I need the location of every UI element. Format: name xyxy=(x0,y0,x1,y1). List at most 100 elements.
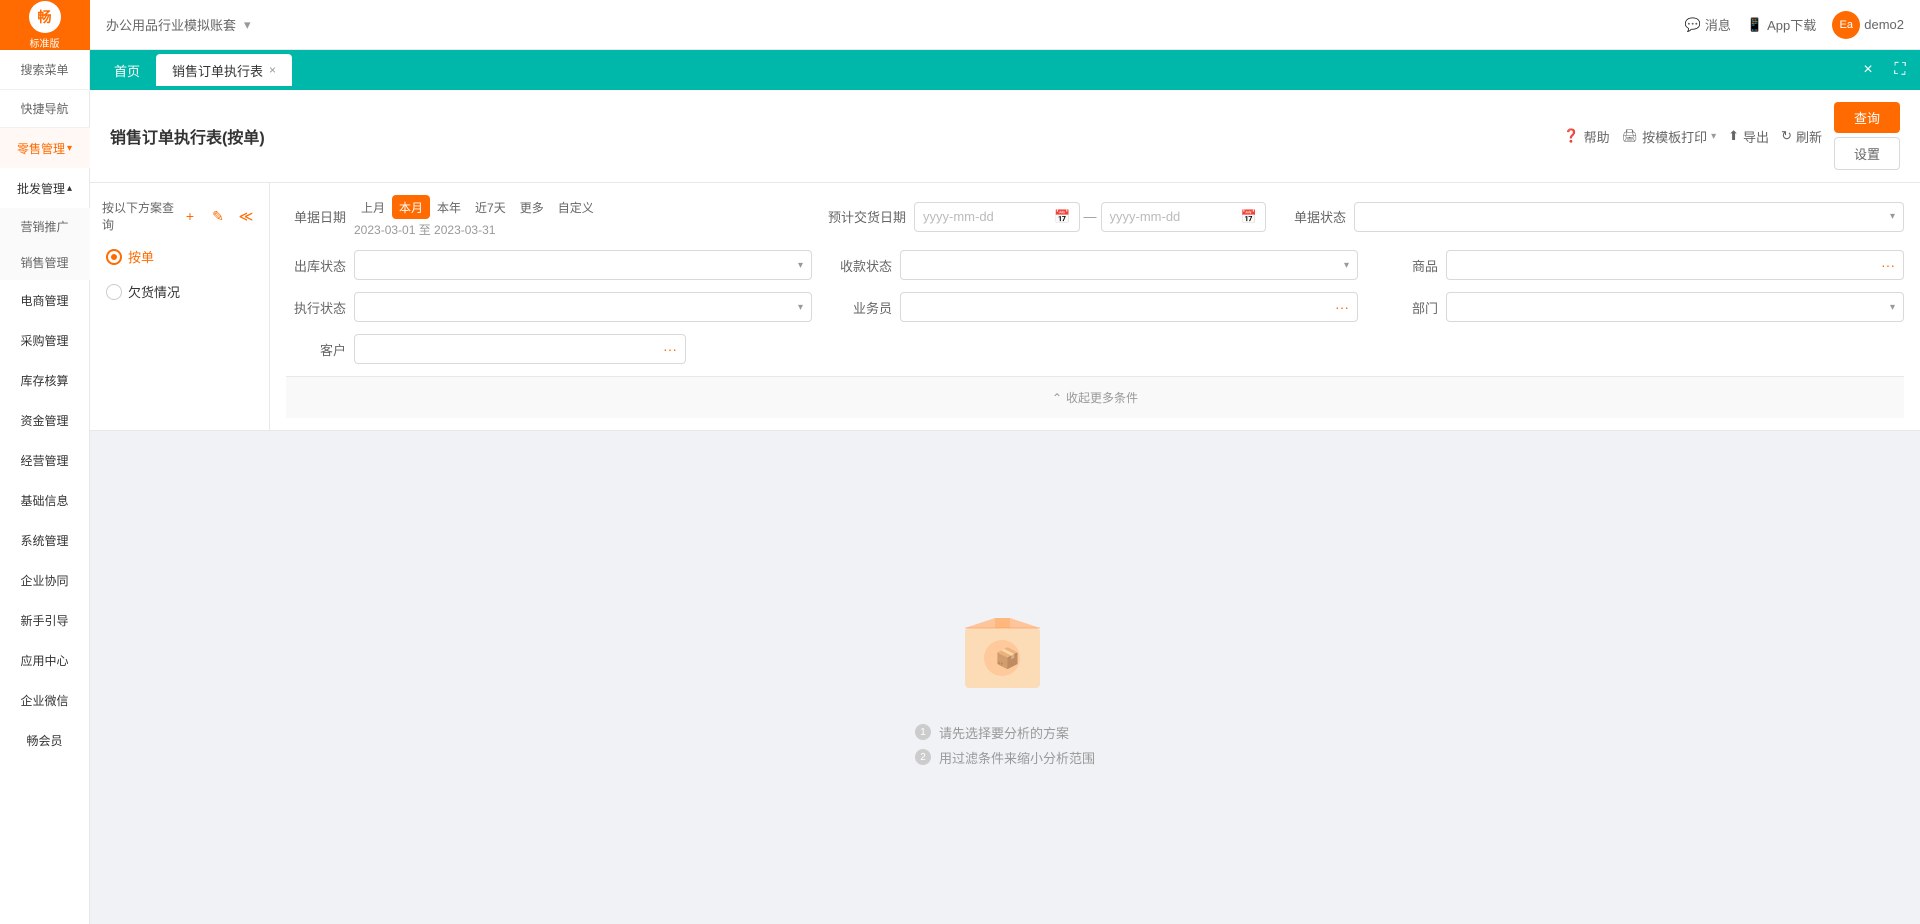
export-icon: ⬆ xyxy=(1728,128,1739,144)
salesman-input[interactable]: ··· xyxy=(900,292,1358,322)
sidebar-item-ecommerce[interactable]: 电商管理 xyxy=(0,280,90,320)
scheme-collapse-btn[interactable]: ≪ xyxy=(235,205,257,227)
tab-close-icon[interactable]: × xyxy=(269,63,276,77)
sidebar-item-system[interactable]: 系统管理 xyxy=(0,520,90,560)
date-tab-this-year[interactable]: 本年 xyxy=(430,195,468,219)
export-btn[interactable]: ⬆ 导出 xyxy=(1728,127,1769,146)
scheme-item-backorder[interactable]: 欠货情况 xyxy=(90,274,269,309)
status-field: 单据状态 ▾ xyxy=(1286,202,1904,232)
sidebar-item-wechat[interactable]: 企业微信 xyxy=(0,680,90,720)
stock-status-select[interactable]: ▾ xyxy=(354,250,812,280)
date-field: 单据日期 上月 本月 本年 近7天 更多 自定义 2023-03-01 至 20… xyxy=(286,195,806,238)
collapse-section: ⌃ 收起更多条件 xyxy=(286,376,1904,418)
user-menu[interactable]: Ea demo2 xyxy=(1832,11,1904,39)
status-label: 单据状态 xyxy=(1286,207,1346,226)
refresh-icon: ↻ xyxy=(1781,128,1792,144)
top-filter-area: 按以下方案查询 + ✎ ≪ 按单 欠货情况 xyxy=(90,183,1920,431)
stock-arrow: ▾ xyxy=(798,260,803,271)
print-arrow: ▾ xyxy=(1711,131,1716,142)
help-btn[interactable]: ❓ 帮助 xyxy=(1563,127,1609,146)
scheme-item-per-order[interactable]: 按单 xyxy=(90,239,269,274)
empty-icon-svg: 📦 xyxy=(945,583,1065,703)
tab-home-label: 首页 xyxy=(114,61,140,80)
scheme-add-btn[interactable]: + xyxy=(179,205,201,227)
stock-status-field: 出库状态 ▾ xyxy=(286,250,812,280)
breadcrumb-arrow-icon[interactable]: ▾ xyxy=(244,17,251,33)
date-end-input[interactable]: yyyy-mm-dd 📅 xyxy=(1101,202,1267,232)
window-close-btn[interactable]: × xyxy=(1856,58,1880,82)
sidebar-item-inventory[interactable]: 库存核算 xyxy=(0,360,90,400)
empty-step-2-label: 用过滤条件来缩小分析范围 xyxy=(939,748,1095,767)
finance-label: 资金管理 xyxy=(20,412,68,429)
date-range-inputs: yyyy-mm-dd 📅 — yyyy-mm-dd 📅 xyxy=(914,202,1266,232)
date-tab-last-month[interactable]: 上月 xyxy=(354,195,392,219)
date-label: 单据日期 xyxy=(286,207,346,226)
membership-label: 畅会员 xyxy=(26,732,62,749)
sidebar-item-membership[interactable]: 畅会员 xyxy=(0,720,90,760)
tab-sales-order[interactable]: 销售订单执行表 × xyxy=(156,54,292,86)
main-content: 办公用品行业模拟账套 ▾ 💬 消息 📱 App下载 Ea demo2 首页 xyxy=(90,0,1920,924)
date-tab-this-month[interactable]: 本月 xyxy=(392,195,430,219)
sidebar-item-operations[interactable]: 经营管理 xyxy=(0,440,90,480)
sidebar-item-onboarding[interactable]: 新手引导 xyxy=(0,600,90,640)
sidebar-sub-marketing[interactable]: 营销推广 xyxy=(0,208,90,244)
retail-label: 零售管理 xyxy=(17,140,65,157)
app-download-btn[interactable]: 📱 App下载 xyxy=(1747,15,1816,34)
logo-label: 标准版 xyxy=(30,35,60,50)
calendar-end-icon: 📅 xyxy=(1241,209,1257,225)
wholesale-arrow: ▴ xyxy=(67,183,72,194)
tab-home[interactable]: 首页 xyxy=(98,54,156,86)
product-field: 商品 ··· xyxy=(1378,250,1904,280)
window-maximize-btn[interactable]: ⛶ xyxy=(1888,58,1912,82)
status-arrow: ▾ xyxy=(1890,211,1895,222)
message-btn[interactable]: 💬 消息 xyxy=(1685,15,1731,34)
expected-date-field: 预计交货日期 yyyy-mm-dd 📅 — yyyy-mm-dd 📅 xyxy=(826,202,1266,232)
date-tab-7days[interactable]: 近7天 xyxy=(468,195,513,219)
top-header: 办公用品行业模拟账套 ▾ 💬 消息 📱 App下载 Ea demo2 xyxy=(90,0,1920,50)
filter-row-1: 单据日期 上月 本月 本年 近7天 更多 自定义 2023-03-01 至 20… xyxy=(286,195,1904,238)
print-btn[interactable]: 🖨 按模板打印 ▾ xyxy=(1622,127,1717,146)
payment-status-field: 收款状态 ▾ xyxy=(832,250,1358,280)
help-icon: ❓ xyxy=(1563,128,1579,144)
date-tab-custom[interactable]: 自定义 xyxy=(551,195,601,219)
scheme-edit-btn[interactable]: ✎ xyxy=(207,205,229,227)
product-input[interactable]: ··· xyxy=(1446,250,1904,280)
customer-field: 客户 ··· xyxy=(286,334,686,364)
sidebar-item-enterprise[interactable]: 企业协同 xyxy=(0,560,90,600)
refresh-btn[interactable]: ↻ 刷新 xyxy=(1781,127,1822,146)
sidebar-search[interactable]: 搜索菜单 xyxy=(0,50,90,90)
sidebar-item-purchase[interactable]: 采购管理 xyxy=(0,320,90,360)
sidebar-sub-sales[interactable]: 销售管理 xyxy=(0,244,90,280)
quick-nav-label: 快捷导航 xyxy=(20,100,68,117)
empty-illustration: 📦 xyxy=(945,583,1065,703)
date-tab-more[interactable]: 更多 xyxy=(513,195,551,219)
exec-arrow: ▾ xyxy=(798,302,803,313)
empty-state: 📦 1 请先选择要分析的方案 2 用过滤条件来缩小分析范围 xyxy=(90,431,1920,924)
settings-button[interactable]: 设置 xyxy=(1834,137,1900,170)
expected-date-label: 预计交货日期 xyxy=(826,207,906,226)
sidebar-item-basics[interactable]: 基础信息 xyxy=(0,480,90,520)
customer-input[interactable]: ··· xyxy=(354,334,686,364)
empty-step-1-label: 请先选择要分析的方案 xyxy=(939,723,1069,742)
exec-status-select[interactable]: ▾ xyxy=(354,292,812,322)
user-label: demo2 xyxy=(1864,17,1904,32)
salesman-dots[interactable]: ··· xyxy=(1335,299,1349,315)
query-button[interactable]: 查询 xyxy=(1834,102,1900,133)
sidebar-item-finance[interactable]: 资金管理 xyxy=(0,400,90,440)
payment-status-select[interactable]: ▾ xyxy=(900,250,1358,280)
sidebar-item-wholesale[interactable]: 批发管理 ▴ xyxy=(0,168,90,208)
retail-arrow: ▾ xyxy=(67,143,72,154)
sidebar: 畅 标准版 搜索菜单 快捷导航 零售管理 ▾ 批发管理 ▴ 营销推广 销售管理 … xyxy=(0,0,90,924)
enterprise-label: 企业协同 xyxy=(20,572,68,589)
collapse-btn[interactable]: ⌃ 收起更多条件 xyxy=(1046,383,1144,412)
product-dots[interactable]: ··· xyxy=(1881,257,1895,273)
status-select[interactable]: ▾ xyxy=(1354,202,1904,232)
sidebar-item-retail[interactable]: 零售管理 ▾ xyxy=(0,128,90,168)
inventory-label: 库存核算 xyxy=(20,372,68,389)
sidebar-item-appcenter[interactable]: 应用中心 xyxy=(0,640,90,680)
sidebar-sub-wholesale: 营销推广 销售管理 xyxy=(0,208,90,280)
dept-select[interactable]: ▾ xyxy=(1446,292,1904,322)
customer-dots[interactable]: ··· xyxy=(663,341,677,357)
sidebar-quick-nav[interactable]: 快捷导航 xyxy=(0,90,90,128)
date-start-input[interactable]: yyyy-mm-dd 📅 xyxy=(914,202,1080,232)
